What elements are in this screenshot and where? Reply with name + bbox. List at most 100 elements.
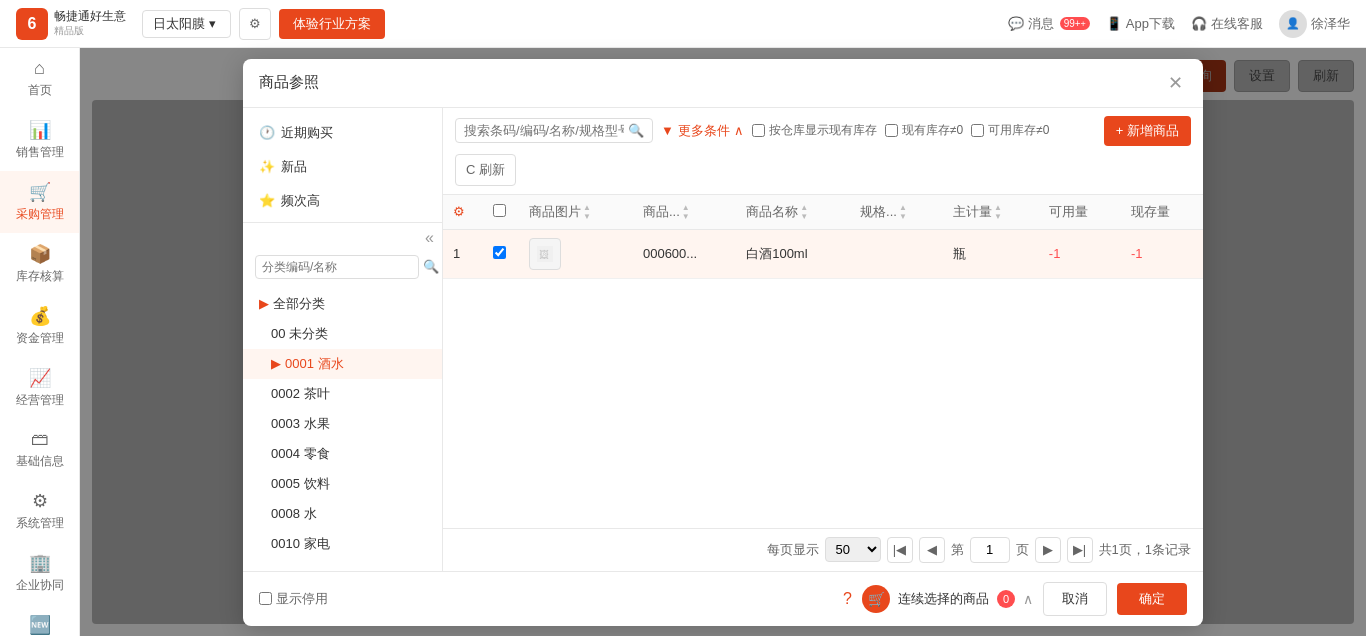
sort-arrows-spec[interactable]: ▲▼ bbox=[899, 203, 907, 221]
last-page-button[interactable]: ▶| bbox=[1067, 537, 1093, 563]
product-search-input[interactable] bbox=[464, 123, 624, 138]
prev-page-button[interactable]: ◀ bbox=[919, 537, 945, 563]
show-disabled-input[interactable] bbox=[259, 592, 272, 605]
sidebar-item-operations[interactable]: 📈 经营管理 bbox=[0, 357, 79, 419]
sidebar-item-purchase[interactable]: 🛒 采购管理 bbox=[0, 171, 79, 233]
table-row[interactable]: 1 🖼 000600... 白酒100ml bbox=[443, 229, 1203, 278]
sort-arrows-name[interactable]: ▲▼ bbox=[800, 203, 808, 221]
tree-item-beverage[interactable]: 0005 饮料 bbox=[243, 469, 442, 499]
col-code: 商品... ▲▼ bbox=[633, 195, 736, 230]
checkbox-available-input[interactable] bbox=[885, 124, 898, 137]
confirm-button[interactable]: 确定 bbox=[1117, 583, 1187, 615]
company-dropdown[interactable]: 日太阳膜 ▾ bbox=[142, 10, 231, 38]
product-table-body: 1 🖼 000600... 白酒100ml bbox=[443, 229, 1203, 278]
online-service-button[interactable]: 🎧 在线客服 bbox=[1191, 15, 1263, 33]
row-num: 1 bbox=[443, 229, 483, 278]
help-icon[interactable]: ? bbox=[843, 590, 852, 608]
first-page-button[interactable]: |◀ bbox=[887, 537, 913, 563]
sidebar-item-home[interactable]: ⌂ 首页 bbox=[0, 48, 79, 109]
operations-icon: 📈 bbox=[29, 367, 51, 389]
user-profile[interactable]: 👤 徐泽华 bbox=[1279, 10, 1350, 38]
settings-icon[interactable]: ⚙ bbox=[239, 8, 271, 40]
tree-item-fruit[interactable]: 0003 水果 bbox=[243, 409, 442, 439]
sidebar-item-system[interactable]: ⚙ 系统管理 bbox=[0, 480, 79, 542]
checkbox-available-stock[interactable]: 现有库存≠0 bbox=[885, 122, 963, 139]
col-stock: 现存量 bbox=[1121, 195, 1203, 230]
purchase-icon: 🛒 bbox=[29, 181, 51, 203]
checkbox-usable-input[interactable] bbox=[971, 124, 984, 137]
star-icon: ⭐ bbox=[259, 193, 275, 208]
product-name: 白酒100ml bbox=[736, 229, 850, 278]
next-page-button[interactable]: ▶ bbox=[1035, 537, 1061, 563]
logo-icon: 6 bbox=[16, 8, 48, 40]
search-icon[interactable]: 🔍 bbox=[628, 123, 644, 138]
category-search-row: 🔍 bbox=[243, 249, 442, 285]
quick-item-frequent[interactable]: ⭐ 频次高 bbox=[243, 184, 442, 218]
search-icon[interactable]: 🔍 bbox=[423, 259, 439, 274]
tree-arrow-icon: ▶ bbox=[259, 296, 269, 311]
modal-header: 商品参照 ✕ bbox=[243, 59, 1203, 108]
basic-icon: 🗃 bbox=[31, 429, 49, 450]
checkbox-warehouse-input[interactable] bbox=[752, 124, 765, 137]
tree-item-appliance[interactable]: 0010 家电 bbox=[243, 529, 442, 559]
phone-icon: 📱 bbox=[1106, 16, 1122, 31]
sidebar-item-enterprise[interactable]: 🏢 企业协同 bbox=[0, 542, 79, 604]
per-page-select[interactable]: 50 10 20 100 bbox=[825, 537, 881, 562]
product-spec bbox=[850, 229, 943, 278]
col-image: 商品图片 ▲▼ bbox=[519, 195, 633, 230]
inventory-icon: 📦 bbox=[29, 243, 51, 265]
refresh-button[interactable]: C 刷新 bbox=[455, 154, 516, 186]
total-info: 共1页，1条记录 bbox=[1099, 541, 1191, 559]
product-thumbnail: 🖼 bbox=[529, 238, 561, 270]
sort-arrows-unit[interactable]: ▲▼ bbox=[994, 203, 1002, 221]
tree-item-all[interactable]: ▶ 全部分类 bbox=[243, 289, 442, 319]
checkbox-warehouse-stock[interactable]: 按仓库显示现有库存 bbox=[752, 122, 877, 139]
product-unit: 瓶 bbox=[943, 229, 1039, 278]
tree-item-uncategorized[interactable]: 00 未分类 bbox=[243, 319, 442, 349]
main-sidebar: ⌂ 首页 📊 销售管理 🛒 采购管理 📦 库存核算 💰 资金管理 📈 经营管理 … bbox=[0, 48, 80, 636]
modal-close-button[interactable]: ✕ bbox=[1163, 71, 1187, 95]
col-spec: 规格... ▲▼ bbox=[850, 195, 943, 230]
new-icon: ✨ bbox=[259, 159, 275, 174]
select-all-checkbox[interactable] bbox=[493, 204, 506, 217]
add-product-button[interactable]: + 新增商品 bbox=[1104, 116, 1191, 146]
tree-item-alcohol[interactable]: ▶ 0001 酒水 bbox=[243, 349, 442, 379]
tree-item-snack[interactable]: 0004 零食 bbox=[243, 439, 442, 469]
app-download-button[interactable]: 📱 App下载 bbox=[1106, 15, 1175, 33]
sidebar-item-inventory[interactable]: 📦 库存核算 bbox=[0, 233, 79, 295]
row-checkbox[interactable] bbox=[493, 246, 506, 259]
cart-expand-icon[interactable]: ∧ bbox=[1023, 591, 1033, 607]
sort-arrows-image[interactable]: ▲▼ bbox=[583, 203, 591, 221]
trial-button[interactable]: 体验行业方案 bbox=[279, 9, 385, 39]
sidebar-item-sales[interactable]: 📊 销售管理 bbox=[0, 109, 79, 171]
modal-title: 商品参照 bbox=[259, 73, 319, 92]
sort-arrows-code[interactable]: ▲▼ bbox=[682, 203, 690, 221]
sidebar-item-basic[interactable]: 🗃 基础信息 bbox=[0, 419, 79, 480]
quick-item-new[interactable]: ✨ 新品 bbox=[243, 150, 442, 184]
table-settings-icon[interactable]: ⚙ bbox=[453, 204, 465, 219]
cancel-button[interactable]: 取消 bbox=[1043, 582, 1107, 616]
enterprise-icon: 🏢 bbox=[29, 552, 51, 574]
logo-sub: 精品版 bbox=[54, 24, 126, 38]
headset-icon: 🎧 bbox=[1191, 16, 1207, 31]
messages-button[interactable]: 💬 消息 99++ bbox=[1008, 15, 1090, 33]
collapse-button[interactable]: « bbox=[425, 229, 434, 247]
category-search-input[interactable] bbox=[255, 255, 419, 279]
message-icon: 💬 bbox=[1008, 16, 1024, 31]
checkbox-usable-stock[interactable]: 可用库存≠0 bbox=[971, 122, 1049, 139]
sidebar-item-finance[interactable]: 💰 资金管理 bbox=[0, 295, 79, 357]
quick-item-recent[interactable]: 🕐 近期购买 bbox=[243, 116, 442, 150]
tree-arrow-active-icon: ▶ bbox=[271, 356, 281, 371]
avatar: 👤 bbox=[1279, 10, 1307, 38]
show-disabled-checkbox[interactable]: 显示停用 bbox=[259, 590, 328, 608]
divider bbox=[243, 222, 442, 223]
sidebar-item-guide[interactable]: 🆕 新手引导 bbox=[0, 604, 79, 636]
product-stock: -1 bbox=[1121, 229, 1203, 278]
tree-item-tea[interactable]: 0002 茶叶 bbox=[243, 379, 442, 409]
filter-button[interactable]: ▼ 更多条件 ∧ bbox=[661, 122, 744, 140]
svg-text:🖼: 🖼 bbox=[539, 249, 549, 260]
system-icon: ⚙ bbox=[32, 490, 48, 512]
page-input[interactable] bbox=[970, 537, 1010, 563]
toolbar: 🔍 ▼ 更多条件 ∧ 按仓库显示现有库存 bbox=[443, 108, 1203, 195]
tree-item-water[interactable]: 0008 水 bbox=[243, 499, 442, 529]
